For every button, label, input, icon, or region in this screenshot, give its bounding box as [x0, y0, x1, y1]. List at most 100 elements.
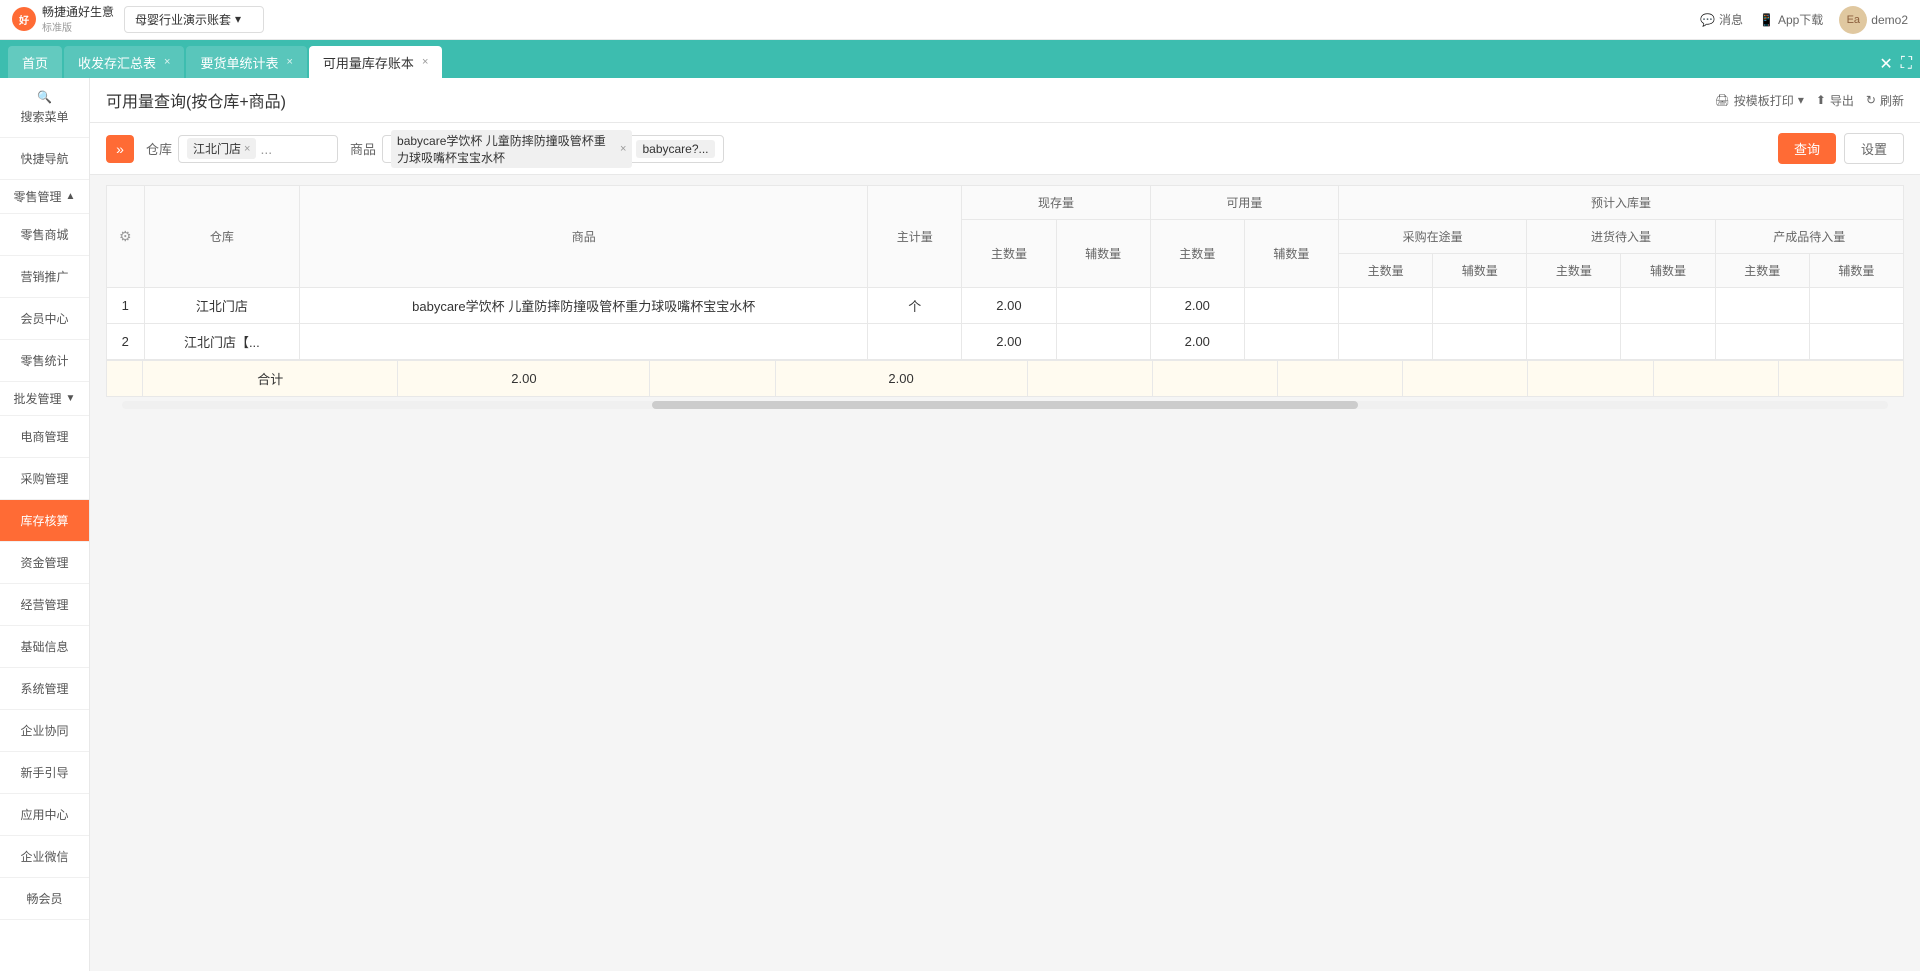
warehouse-label: 仓库 — [146, 139, 172, 158]
sidebar-item-inventory[interactable]: 库存核算 — [0, 500, 89, 542]
product-input[interactable]: babycare学饮杯 儿童防摔防撞吸管杯重力球吸嘴杯宝宝水杯 × babyca… — [382, 135, 723, 163]
print-icon: 🖨 — [1715, 93, 1730, 107]
chevron-down-icon: ▾ — [235, 12, 241, 26]
sidebar-item-member[interactable]: 会员中心 — [0, 298, 89, 340]
col-purchase-group: 采购在途量 — [1339, 220, 1527, 254]
col-stock-aux: 辅数量 — [1056, 220, 1150, 288]
chevron-up-icon: ▲ — [66, 191, 76, 202]
col-prod-main: 主数量 — [1715, 254, 1809, 288]
settings-icon[interactable]: ⚙ — [119, 228, 132, 244]
col-imp-aux: 辅数量 — [1621, 254, 1715, 288]
tab-available-label: 可用量库存账本 — [323, 53, 414, 72]
user-btn[interactable]: Ea demo2 — [1839, 6, 1908, 34]
col-product: 商品 — [300, 186, 868, 288]
tab-home-label: 首页 — [22, 53, 48, 72]
tab-close-all-icon[interactable]: ✕ — [1879, 54, 1892, 74]
col-available-group: 可用量 — [1150, 186, 1338, 220]
sidebar-item-basic[interactable]: 基础信息 — [0, 626, 89, 668]
sidebar-item-enterprise-wechat[interactable]: 企业微信 — [0, 836, 89, 878]
sidebar-item-enterprise[interactable]: 企业协同 — [0, 710, 89, 752]
sidebar-item-retail-stats[interactable]: 零售统计 — [0, 340, 89, 382]
table-row: 1 江北门店 babycare学饮杯 儿童防摔防撞吸管杯重力球吸嘴杯宝宝水杯 个… — [107, 288, 1904, 324]
sidebar-item-retail[interactable]: 零售管理 ▲ — [0, 180, 89, 214]
sidebar-item-search[interactable]: 🔍 搜索菜单 — [0, 78, 89, 138]
sidebar: 🔍 搜索菜单 快捷导航 零售管理 ▲ 零售商城 营销推广 会员中心 零售统计 批… — [0, 78, 90, 971]
warehouse-tag-close[interactable]: × — [244, 143, 250, 155]
query-btn[interactable]: 查询 — [1778, 133, 1836, 164]
scrollbar-thumb[interactable] — [652, 401, 1358, 409]
tab-receive[interactable]: 收发存汇总表 × — [64, 46, 184, 78]
chevron-down-icon: ▾ — [1798, 93, 1804, 107]
content-area: 可用量查询(按仓库+商品) 🖨 按模板打印 ▾ ⬆ 导出 ↻ 刷新 — [90, 78, 1920, 971]
sidebar-item-business[interactable]: 经营管理 — [0, 584, 89, 626]
col-warehouse: 仓库 — [144, 186, 300, 288]
col-production-group: 产成品待入量 — [1715, 220, 1903, 254]
footer-label: 合计 — [143, 361, 398, 397]
product-filter-group: 商品 babycare学饮杯 儿童防摔防撞吸管杯重力球吸嘴杯宝宝水杯 × bab… — [350, 135, 724, 163]
tab-order-close[interactable]: × — [286, 56, 292, 68]
sidebar-item-appcenter[interactable]: 应用中心 — [0, 794, 89, 836]
warehouse-input[interactable]: 江北门店 × ... — [178, 135, 338, 163]
industry-selector[interactable]: 母婴行业演示账套 ▾ — [124, 6, 264, 33]
data-table: ⚙ 仓库 商品 主计量 现存量 可用量 预计入库量 主数量 辅数量 — [106, 185, 1904, 360]
top-bar-left: 好 畅捷通好生意 标准版 母婴行业演示账套 ▾ — [12, 5, 264, 34]
message-icon: 💬 — [1700, 13, 1715, 27]
app-download-btn[interactable]: 📱 App下载 — [1759, 11, 1823, 28]
sidebar-item-wholesale[interactable]: 批发管理 ▼ — [0, 382, 89, 416]
main-layout: 🔍 搜索菜单 快捷导航 零售管理 ▲ 零售商城 营销推广 会员中心 零售统计 批… — [0, 78, 1920, 971]
tab-home[interactable]: 首页 — [8, 46, 62, 78]
logo-text-area: 畅捷通好生意 标准版 — [42, 5, 114, 34]
download-icon: 📱 — [1759, 13, 1774, 27]
page-actions: 🖨 按模板打印 ▾ ⬆ 导出 ↻ 刷新 — [1715, 92, 1904, 119]
avatar: Ea — [1839, 6, 1867, 34]
tab-available-close[interactable]: × — [422, 56, 428, 68]
table-area: ⚙ 仓库 商品 主计量 现存量 可用量 预计入库量 主数量 辅数量 — [90, 175, 1920, 971]
horizontal-scrollbar[interactable] — [122, 401, 1888, 409]
product-tag1: babycare学饮杯 儿童防摔防撞吸管杯重力球吸嘴杯宝宝水杯 × — [391, 130, 632, 168]
sidebar-item-finance[interactable]: 资金管理 — [0, 542, 89, 584]
tab-available[interactable]: 可用量库存账本 × — [309, 46, 442, 78]
filter-actions: 查询 设置 — [1778, 133, 1904, 164]
settings-btn[interactable]: 设置 — [1844, 133, 1904, 164]
tab-order-label: 要货单统计表 — [200, 53, 278, 72]
logo-area: 好 畅捷通好生意 标准版 — [12, 5, 114, 34]
print-btn[interactable]: 🖨 按模板打印 ▾ — [1715, 92, 1804, 109]
search-icon: 🔍 — [37, 90, 52, 104]
product-tag2: babycare?... — [636, 140, 714, 158]
warehouse-dots[interactable]: ... — [260, 141, 272, 157]
filter-area: » 仓库 江北门店 × ... 商品 babycare学饮杯 儿童防摔防撞吸管杯… — [90, 123, 1920, 175]
export-icon: ⬆ — [1816, 93, 1826, 107]
sidebar-item-marketing[interactable]: 营销推广 — [0, 256, 89, 298]
message-btn[interactable]: 💬 消息 — [1700, 11, 1743, 28]
export-btn[interactable]: ⬆ 导出 — [1816, 92, 1854, 109]
tab-order[interactable]: 要货单统计表 × — [186, 46, 306, 78]
product-tag1-close[interactable]: × — [620, 143, 626, 155]
warehouse-tag: 江北门店 × — [187, 138, 256, 159]
refresh-icon: ↻ — [1866, 93, 1876, 107]
sidebar-item-system[interactable]: 系统管理 — [0, 668, 89, 710]
product-label: 商品 — [350, 139, 376, 158]
sidebar-item-retail-shop[interactable]: 零售商城 — [0, 214, 89, 256]
page-title: 可用量查询(按仓库+商品) — [106, 88, 286, 122]
page-header: 可用量查询(按仓库+商品) 🖨 按模板打印 ▾ ⬆ 导出 ↻ 刷新 — [90, 78, 1920, 123]
sidebar-item-quicknav[interactable]: 快捷导航 — [0, 138, 89, 180]
logo-icon: 好 — [12, 7, 36, 31]
col-stock-group: 现存量 — [962, 186, 1150, 220]
filter-expand-btn[interactable]: » — [106, 135, 134, 163]
sidebar-item-newguide[interactable]: 新手引导 — [0, 752, 89, 794]
tab-fullscreen-icon[interactable]: ⛶ — [1901, 55, 1912, 73]
table-scroll-area[interactable]: ⚙ 仓库 商品 主计量 现存量 可用量 预计入库量 主数量 辅数量 — [106, 185, 1904, 397]
chevron-down-icon: ▼ — [66, 393, 76, 404]
footer-stock-main: 2.00 — [398, 361, 650, 397]
sidebar-item-ecommerce[interactable]: 电商管理 — [0, 416, 89, 458]
footer-avail-main: 2.00 — [775, 361, 1027, 397]
col-pur-main: 主数量 — [1339, 254, 1433, 288]
col-pur-aux: 辅数量 — [1433, 254, 1527, 288]
refresh-btn[interactable]: ↻ 刷新 — [1866, 92, 1904, 109]
table-footer-row: 合计 2.00 2.00 — [106, 360, 1904, 397]
sidebar-item-member2[interactable]: 畅会员 — [0, 878, 89, 920]
col-settings: ⚙ — [107, 186, 145, 288]
sidebar-item-purchase[interactable]: 采购管理 — [0, 458, 89, 500]
col-unit: 主计量 — [868, 186, 962, 288]
tab-receive-close[interactable]: × — [164, 56, 170, 68]
